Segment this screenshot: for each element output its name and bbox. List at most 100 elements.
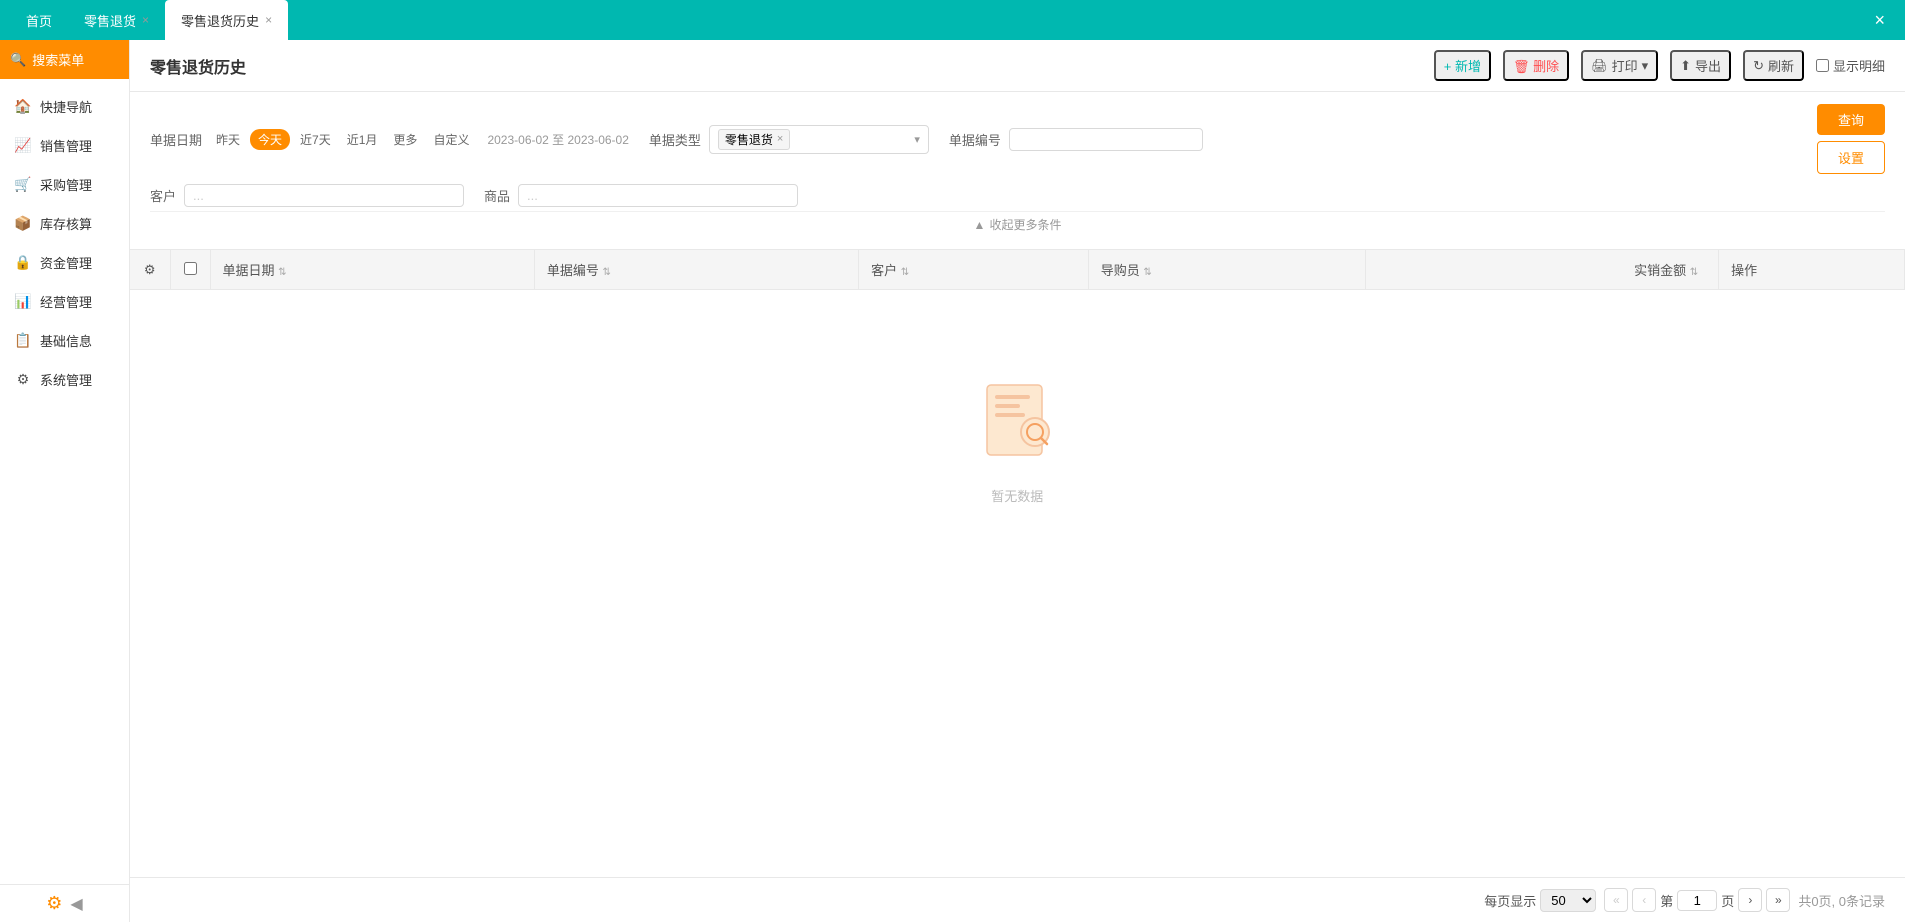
tab-home[interactable]: 首页	[10, 0, 68, 40]
sidebar-search-button[interactable]: 🔍 搜索菜单	[0, 40, 129, 79]
window-close-button[interactable]: ×	[1864, 10, 1895, 31]
refresh-icon: ↻	[1753, 58, 1764, 74]
export-icon: ⬆	[1680, 58, 1691, 74]
top-bar: 首页 零售退货 × 零售退货历史 × ×	[0, 0, 1905, 40]
table-area: ⚙ 单据日期 ⇅ 单据编号 ⇅	[130, 250, 1905, 877]
sidebar-item-basic-info[interactable]: 📋 基础信息	[0, 321, 129, 360]
sidebar-item-nav-label: 快捷导航	[40, 97, 92, 116]
sidebar-bottom: ⚙ ◀	[0, 884, 129, 922]
query-button[interactable]: 查询	[1817, 104, 1885, 135]
export-label: 导出	[1695, 56, 1721, 75]
th-customer-label: 客户	[871, 263, 897, 278]
sidebar-item-finance[interactable]: 🔒 资金管理	[0, 243, 129, 282]
sidebar-item-system-label: 系统管理	[40, 370, 92, 389]
sidebar-settings-button[interactable]: ⚙	[46, 893, 62, 914]
sales-icon: 📈	[14, 137, 32, 155]
th-guide[interactable]: 导购员 ⇅	[1088, 250, 1365, 290]
refresh-button[interactable]: ↻ 刷新	[1743, 50, 1804, 81]
th-customer[interactable]: 客户 ⇅	[859, 250, 1089, 290]
per-page-dropdown[interactable]: 50 10 20 100	[1540, 889, 1596, 912]
total-info: 共0页, 0条记录	[1798, 891, 1885, 910]
sidebar-item-inventory-label: 库存核算	[40, 214, 92, 233]
table-body: 暂无数据	[130, 290, 1905, 586]
collapse-button[interactable]: ▲ 收起更多条件	[150, 211, 1885, 237]
sidebar-item-sales[interactable]: 📈 销售管理	[0, 126, 129, 165]
date-btn-1month[interactable]: 近1月	[341, 129, 384, 150]
page-size-select: 每页显示 50 10 20 100	[1484, 889, 1596, 912]
sidebar-item-purchase-label: 采购管理	[40, 175, 92, 194]
collapse-arrow-icon: ▲	[974, 218, 986, 232]
voucher-no-input[interactable]	[1009, 128, 1203, 151]
th-voucher-no-label: 单据编号	[547, 263, 599, 278]
date-btn-more[interactable]: 更多	[387, 129, 423, 150]
voucher-type-select[interactable]: 零售退货 × ▾	[709, 125, 929, 154]
settings-col-icon[interactable]: ⚙	[144, 262, 156, 277]
purchase-icon: 🛒	[14, 176, 32, 194]
tab-retail-return[interactable]: 零售退货 ×	[68, 0, 165, 40]
show-detail-checkbox[interactable]: 显示明细	[1816, 56, 1885, 75]
select-all-checkbox[interactable]	[184, 262, 197, 275]
goods-input[interactable]: ...	[518, 184, 798, 207]
tab-home-label: 首页	[26, 11, 52, 30]
sidebar-item-purchase[interactable]: 🛒 采购管理	[0, 165, 129, 204]
toolbar: + 新增 🗑 删除 🖨 打印 ▾ ⬆ 导出 ↻ 刷新 显示明细	[1434, 50, 1885, 81]
th-amount[interactable]: 实销金额 ⇅	[1365, 250, 1718, 290]
th-settings[interactable]: ⚙	[130, 250, 170, 290]
filter-row-2: 客户 ... 商品 ...	[150, 184, 1885, 207]
sidebar-item-operations-label: 经营管理	[40, 292, 92, 311]
pagination: 每页显示 50 10 20 100 « ‹ 第 页 › » 共0页, 0条记录	[130, 877, 1905, 922]
date-sort-icon: ⇅	[278, 267, 286, 278]
th-action: 操作	[1719, 250, 1905, 290]
sidebar-item-system[interactable]: ⚙ 系统管理	[0, 360, 129, 399]
customer-sort-icon: ⇅	[901, 267, 909, 278]
sidebar-item-sales-label: 销售管理	[40, 136, 92, 155]
print-button[interactable]: 🖨 打印 ▾	[1581, 50, 1658, 81]
show-detail-input[interactable]	[1816, 59, 1829, 72]
settings-button[interactable]: 设置	[1817, 141, 1885, 174]
customer-input[interactable]: ...	[184, 184, 464, 207]
sidebar-item-operations[interactable]: 📊 经营管理	[0, 282, 129, 321]
goods-label: 商品	[484, 186, 510, 205]
voucher-type-dropdown-icon: ▾	[914, 133, 920, 146]
action-buttons: 查询 设置	[1817, 104, 1885, 174]
sidebar-search-label: 搜索菜单	[32, 50, 84, 69]
tab-retail-return-label: 零售退货	[84, 11, 136, 30]
delete-button[interactable]: 🗑 删除	[1503, 50, 1569, 81]
page-header: 零售退货历史 + 新增 🗑 删除 🖨 打印 ▾ ⬆ 导出 ↻ 刷新	[130, 40, 1905, 92]
sidebar-item-nav[interactable]: 🏠 快捷导航	[0, 87, 129, 126]
last-page-button[interactable]: »	[1766, 888, 1790, 912]
sidebar-item-basic-info-label: 基础信息	[40, 331, 92, 350]
export-button[interactable]: ⬆ 导出	[1670, 50, 1731, 81]
date-btn-yesterday[interactable]: 昨天	[210, 129, 246, 150]
page-text: 第	[1660, 891, 1673, 910]
finance-icon: 🔒	[14, 254, 32, 272]
th-date[interactable]: 单据日期 ⇅	[210, 250, 534, 290]
tab-retail-return-close[interactable]: ×	[142, 13, 149, 27]
th-guide-label: 导购员	[1101, 263, 1140, 278]
empty-row: 暂无数据	[130, 290, 1905, 586]
date-btn-7days[interactable]: 近7天	[294, 129, 337, 150]
sidebar-item-inventory[interactable]: 📦 库存核算	[0, 204, 129, 243]
date-btn-today[interactable]: 今天	[250, 129, 290, 150]
th-voucher-no[interactable]: 单据编号 ⇅	[534, 250, 858, 290]
voucher-type-remove-icon[interactable]: ×	[777, 133, 783, 145]
new-button[interactable]: + 新增	[1434, 50, 1491, 81]
th-amount-label: 实销金额	[1634, 263, 1686, 278]
sidebar-pin-button[interactable]: ◀	[70, 894, 82, 914]
next-page-button[interactable]: ›	[1738, 888, 1762, 912]
data-table: ⚙ 单据日期 ⇅ 单据编号 ⇅	[130, 250, 1905, 585]
tab-retail-return-history-close[interactable]: ×	[265, 13, 272, 27]
tab-retail-return-history-label: 零售退货历史	[181, 11, 259, 30]
customer-placeholder: ...	[193, 188, 204, 203]
prev-page-button[interactable]: ‹	[1632, 888, 1656, 912]
tab-retail-return-history[interactable]: 零售退货历史 ×	[165, 0, 288, 40]
print-label: 打印	[1612, 56, 1638, 75]
first-page-button[interactable]: «	[1604, 888, 1628, 912]
date-range-display: 2023-06-02 至 2023-06-02	[487, 131, 628, 148]
empty-icon	[967, 370, 1067, 470]
page-number-input[interactable]	[1677, 890, 1717, 911]
pagination-buttons: « ‹ 第 页 › »	[1604, 888, 1790, 912]
th-check[interactable]	[170, 250, 210, 290]
date-buttons: 昨天 今天 近7天 近1月 更多 自定义	[210, 129, 475, 150]
date-btn-custom[interactable]: 自定义	[427, 129, 475, 150]
